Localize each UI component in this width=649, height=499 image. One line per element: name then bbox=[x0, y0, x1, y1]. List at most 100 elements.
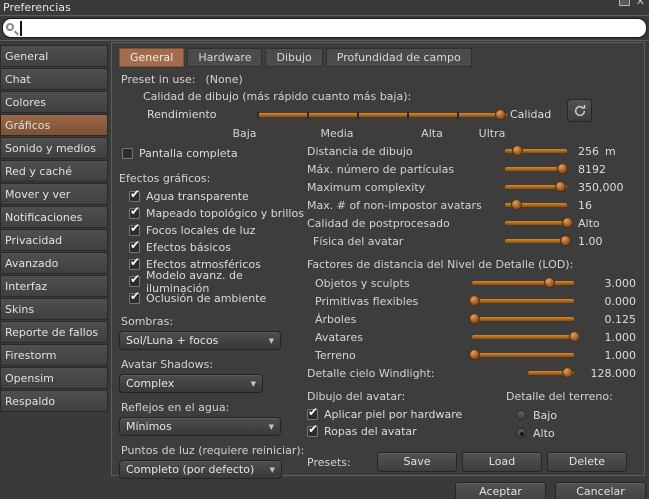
slider-value: 350,000 bbox=[578, 180, 624, 194]
slider-row-trees: Árboles 0.125 bbox=[307, 310, 636, 328]
avatars-lod-slider[interactable] bbox=[472, 331, 580, 342]
checkbox-focos-locales[interactable]: Focos locales de luz bbox=[129, 221, 307, 239]
slider-value: 256 m bbox=[578, 144, 616, 158]
save-preset-button[interactable]: Save bbox=[377, 452, 457, 472]
particles-slider[interactable] bbox=[505, 163, 569, 174]
checkbox-modelo-avanzado[interactable]: Modelo avanz. de iluminación bbox=[129, 269, 307, 295]
water-reflections-dropdown[interactable]: Mínimos ▼ bbox=[119, 417, 281, 436]
slider-value: 128.000 bbox=[590, 366, 637, 380]
sidebar-item-general[interactable]: General bbox=[0, 45, 108, 67]
sidebar-item-interfaz[interactable]: Interfaz bbox=[0, 275, 108, 297]
slider-label: Árboles bbox=[315, 312, 357, 326]
preset-in-use: Preset in use: (None) bbox=[121, 73, 636, 86]
draw-distance-slider[interactable] bbox=[505, 145, 567, 156]
checkbox-icon bbox=[129, 204, 140, 219]
sidebar-item-opensim[interactable]: Opensim bbox=[0, 367, 108, 389]
slider-tick bbox=[457, 110, 459, 119]
sidebar-item-avanzado[interactable]: Avanzado bbox=[0, 252, 108, 274]
slider-thumb[interactable] bbox=[554, 181, 566, 192]
presets-row: Presets: Save Load Delete bbox=[307, 452, 636, 472]
quality-slider[interactable] bbox=[257, 108, 507, 120]
checkbox-agua-transparente[interactable]: Agua transparente bbox=[129, 187, 307, 205]
slider-thumb[interactable] bbox=[562, 217, 573, 228]
cancel-button[interactable]: Cancelar bbox=[555, 482, 646, 499]
tab-profundidad[interactable]: Profundidad de campo bbox=[325, 48, 472, 67]
sidebar-item-graficos[interactable]: Gráficos bbox=[0, 114, 108, 136]
dropdown-value: Mínimos bbox=[126, 420, 172, 433]
slider-thumb[interactable] bbox=[512, 145, 524, 156]
shadows-dropdown[interactable]: Sol/Luna + focos ▼ bbox=[119, 331, 281, 350]
sidebar-item-reporte[interactable]: Reporte de fallos bbox=[0, 321, 108, 343]
slider-tick bbox=[357, 110, 359, 119]
tick-label-media: Media bbox=[320, 127, 354, 140]
search-input[interactable] bbox=[2, 18, 647, 38]
tab-general[interactable]: General bbox=[119, 48, 185, 67]
tick-label-alta: Alta bbox=[421, 127, 443, 140]
tab-dibujo[interactable]: Dibujo bbox=[265, 48, 323, 67]
terrain-lod-slider[interactable] bbox=[469, 349, 574, 360]
non-impostor-slider[interactable] bbox=[505, 199, 567, 210]
tab-hardware[interactable]: Hardware bbox=[187, 48, 263, 67]
checkbox-avatar-cloth[interactable]: Ropas del avatar bbox=[307, 422, 506, 440]
sidebar-item-chat[interactable]: Chat bbox=[0, 68, 108, 90]
sidebar: General Chat Colores Gráficos Sonido y m… bbox=[0, 41, 110, 413]
dropdown-value: Completo (por defecto) bbox=[126, 463, 255, 476]
checkbox-label: Mapeado topológico y brillos bbox=[146, 207, 304, 220]
sidebar-item-colores[interactable]: Colores bbox=[0, 91, 108, 113]
radio-terrain-bajo[interactable]: Bajo bbox=[516, 406, 636, 424]
radio-terrain-alto[interactable]: Alto bbox=[516, 424, 636, 442]
slider-thumb[interactable] bbox=[569, 331, 580, 342]
postprocess-slider[interactable] bbox=[505, 217, 573, 228]
slider-thumb[interactable] bbox=[469, 313, 481, 324]
slider-thumb[interactable] bbox=[562, 367, 574, 378]
sidebar-item-respaldo[interactable]: Respaldo bbox=[0, 390, 108, 412]
sidebar-item-sonido[interactable]: Sonido y medios bbox=[0, 137, 108, 159]
accept-button[interactable]: Aceptar bbox=[455, 482, 546, 499]
slider-thumb[interactable] bbox=[511, 199, 523, 210]
checkbox-fullscreen[interactable]: Pantalla completa bbox=[122, 145, 307, 162]
load-preset-button[interactable]: Load bbox=[462, 452, 542, 472]
slider-label: Avatares bbox=[315, 330, 363, 344]
checkbox-icon bbox=[307, 422, 318, 437]
sidebar-item-mover[interactable]: Mover y ver bbox=[0, 183, 108, 205]
checkbox-icon bbox=[129, 272, 140, 287]
checkbox-hardware-skinning[interactable]: Aplicar piel por hardware bbox=[307, 405, 506, 423]
tick-label-baja: Baja bbox=[232, 127, 257, 140]
slider-row-avatars: Avatares 1.000 bbox=[307, 328, 636, 346]
close-icon[interactable]: ✕ bbox=[636, 0, 645, 7]
slider-row-complexity: Maximum complexity 350,000 bbox=[307, 178, 636, 196]
slider-thumb[interactable] bbox=[560, 235, 572, 246]
checkbox-efectos-basicos[interactable]: Efectos básicos bbox=[129, 238, 307, 256]
trees-lod-slider[interactable] bbox=[469, 313, 574, 324]
quality-title: Calidad de dibujo (más rápido cuanto más… bbox=[143, 90, 412, 103]
avatar-physics-slider[interactable] bbox=[505, 235, 572, 246]
sidebar-item-firestorm[interactable]: Firestorm bbox=[0, 344, 108, 366]
sidebar-item-red[interactable]: Red y caché bbox=[0, 160, 108, 182]
slider-thumb[interactable] bbox=[469, 295, 481, 306]
sidebar-item-skins[interactable]: Skins bbox=[0, 298, 108, 320]
undock-icon[interactable] bbox=[618, 0, 630, 6]
slider-thumb[interactable] bbox=[543, 277, 555, 288]
avatar-shadows-dropdown[interactable]: Complex ▼ bbox=[119, 374, 263, 393]
quality-slider-thumb[interactable] bbox=[494, 108, 506, 120]
checkbox-icon bbox=[122, 148, 133, 159]
slider-row-flexi: Primitivas flexibles 0.000 bbox=[307, 292, 636, 310]
slider-thumb[interactable] bbox=[557, 163, 569, 174]
complexity-slider[interactable] bbox=[505, 181, 567, 192]
checkbox-mapeado[interactable]: Mapeado topológico y brillos bbox=[129, 204, 307, 222]
flexi-lod-slider[interactable] bbox=[469, 295, 574, 306]
objects-lod-slider[interactable] bbox=[472, 277, 574, 288]
slider-row-windlight: Detalle cielo Windlight: 128.000 bbox=[307, 364, 636, 382]
chevron-down-icon: ▼ bbox=[250, 379, 256, 388]
titlebar: Preferencias ✕ bbox=[0, 0, 649, 15]
slider-thumb[interactable] bbox=[469, 349, 481, 360]
windlight-slider[interactable] bbox=[528, 367, 574, 378]
sidebar-item-privacidad[interactable]: Privacidad bbox=[0, 229, 108, 251]
refresh-icon bbox=[574, 104, 585, 116]
window-controls: ✕ bbox=[618, 0, 645, 7]
delete-preset-button[interactable]: Delete bbox=[547, 452, 627, 472]
preset-value: (None) bbox=[205, 73, 243, 86]
refresh-button[interactable] bbox=[567, 99, 592, 122]
sidebar-item-notificaciones[interactable]: Notificaciones bbox=[0, 206, 108, 228]
light-points-dropdown[interactable]: Completo (por defecto) ▼ bbox=[119, 460, 282, 479]
